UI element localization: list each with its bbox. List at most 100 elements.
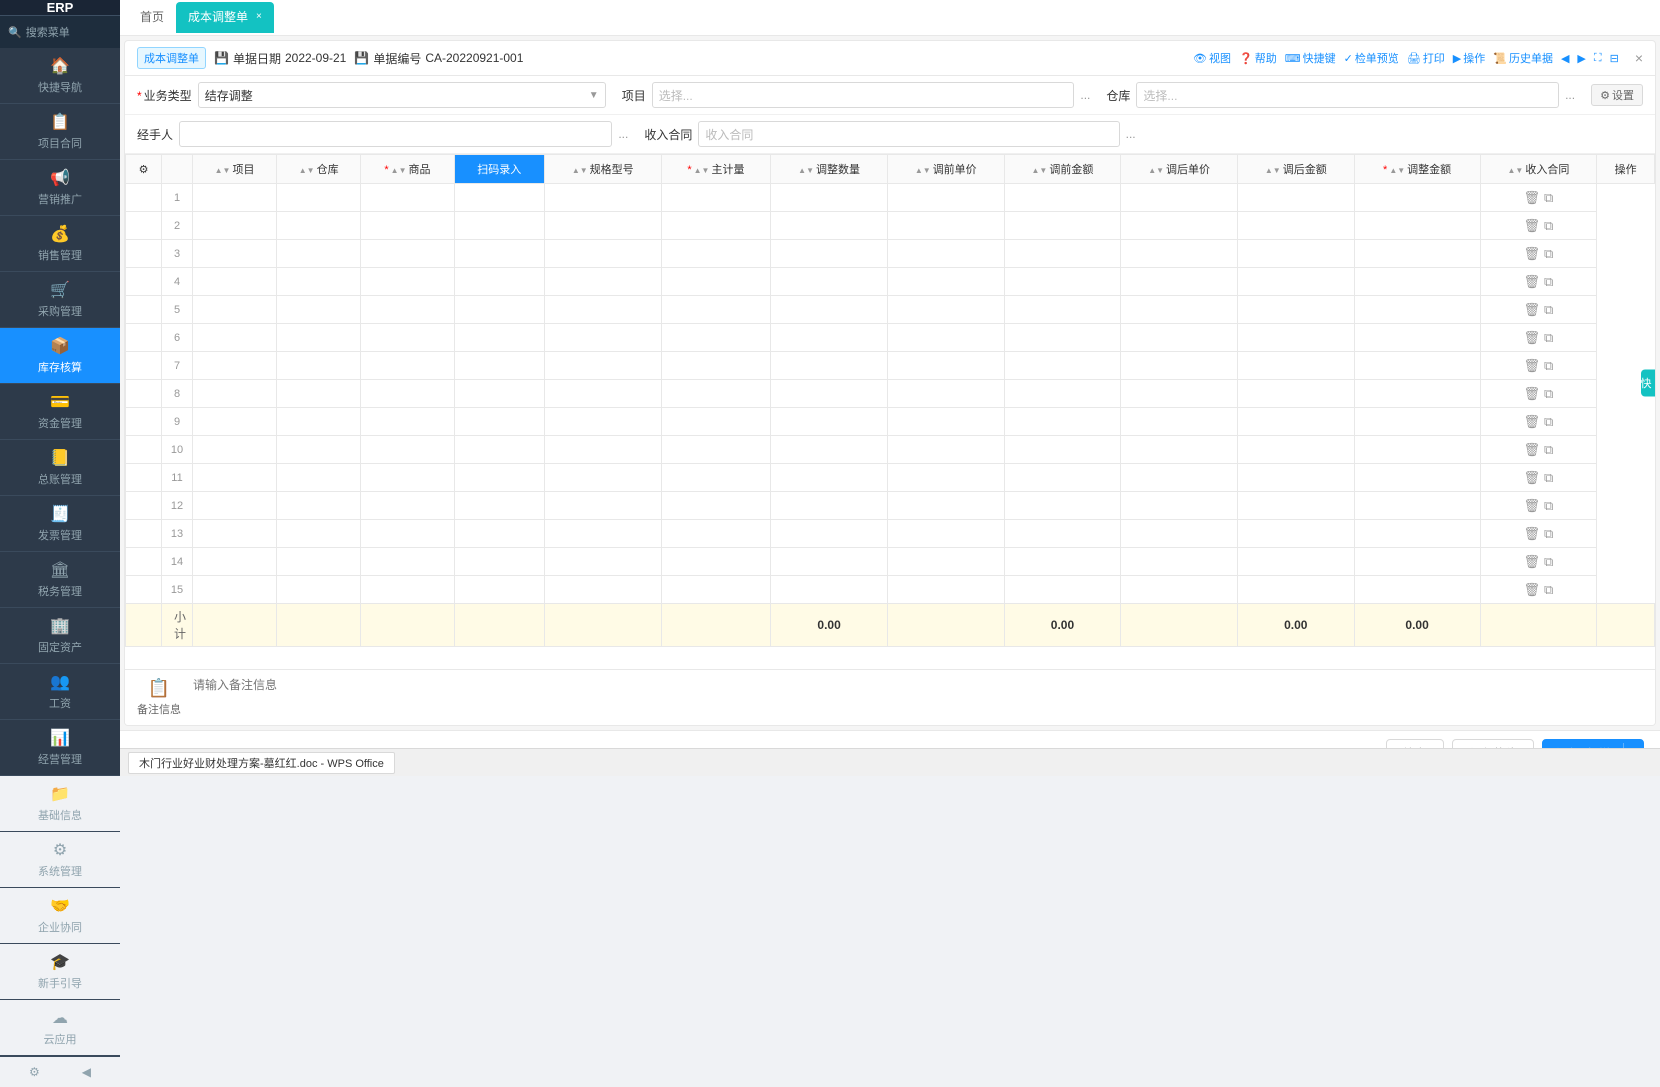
collapse-icon[interactable]: ◀ <box>82 1065 91 1079</box>
shortcut-action[interactable]: ⌨ 快捷键 <box>1285 50 1336 66</box>
income-contract-field: 收入合同 收入合同 ... <box>644 121 1135 147</box>
row-copy-icon[interactable]: ⧉ <box>1544 330 1553 346</box>
sidebar-item-inventory-calculation[interactable]: 📦库存核算 <box>0 328 120 384</box>
sidebar-item-system-management[interactable]: ⚙系统管理 <box>0 832 120 888</box>
expand-button[interactable]: ⛶ <box>1594 52 1602 65</box>
row-copy-icon[interactable]: ⧉ <box>1544 358 1553 374</box>
sidebar-item-tax-management[interactable]: 🏛税务管理 <box>0 552 120 608</box>
row-copy-icon[interactable]: ⧉ <box>1544 498 1553 514</box>
col-warehouse[interactable]: ▲▼仓库 <box>277 155 361 184</box>
sidebar-item-payroll[interactable]: 👥工资 <box>0 664 120 720</box>
col-after-price[interactable]: ▲▼调后单价 <box>1121 155 1238 184</box>
handler-input[interactable] <box>179 121 612 147</box>
sidebar-item-quick-nav[interactable]: 🏠快捷导航 <box>0 48 120 104</box>
col-spec[interactable]: ▲▼规格型号 <box>544 155 661 184</box>
sidebar-item-sales-promotion[interactable]: 📢营销推广 <box>0 160 120 216</box>
row-delete-icon[interactable]: 🗑 <box>1524 470 1541 486</box>
row-delete-icon[interactable]: 🗑 <box>1524 526 1541 542</box>
sidebar-item-operations-management[interactable]: 📊经营管理 <box>0 720 120 776</box>
col-income-contract[interactable]: ▲▼收入合同 <box>1480 155 1597 184</box>
sales-management-label: 销售管理 <box>38 247 82 263</box>
col-settings[interactable]: ⚙ <box>126 155 162 184</box>
sidebar-item-enterprise-cooperation[interactable]: 🤝企业协同 <box>0 888 120 944</box>
row-copy-icon[interactable]: ⧉ <box>1544 302 1553 318</box>
income-contract-dots[interactable]: ... <box>1126 127 1136 141</box>
row-delete-icon[interactable]: 🗑 <box>1524 386 1541 402</box>
row-copy-icon[interactable]: ⧉ <box>1544 386 1553 402</box>
row-copy-icon[interactable]: ⧉ <box>1544 582 1553 598</box>
note-input[interactable] <box>193 678 1643 692</box>
tab-cost-adjustment[interactable]: 成本调整单 × <box>176 2 274 33</box>
handler-dots[interactable]: ... <box>618 127 628 141</box>
col-adj-amount[interactable]: ▲▼调整金额 <box>1354 155 1480 184</box>
row-delete-icon[interactable]: 🗑 <box>1524 274 1541 290</box>
note-icon-section[interactable]: 📋 备注信息 <box>137 678 181 717</box>
operation-action[interactable]: ▶ 操作 <box>1453 50 1485 66</box>
col-product[interactable]: ▲▼商品 <box>361 155 454 184</box>
col-adj-qty[interactable]: ▲▼调整数量 <box>771 155 888 184</box>
document-close-button[interactable]: × <box>1635 50 1643 66</box>
sidebar-item-project-contract[interactable]: 📋项目合同 <box>0 104 120 160</box>
col-after-amount[interactable]: ▲▼调后金额 <box>1237 155 1354 184</box>
sidebar-item-funds-management[interactable]: 💳资金管理 <box>0 384 120 440</box>
row-copy-icon[interactable]: ⧉ <box>1544 190 1553 206</box>
tab-home[interactable]: 首页 <box>128 2 176 33</box>
row-delete-icon[interactable]: 🗑 <box>1524 554 1541 570</box>
col-scan[interactable]: 扫码录入 <box>454 155 544 184</box>
income-contract-input[interactable]: 收入合同 <box>698 121 1119 147</box>
doc-header: 成本调整单 💾 单据日期 2022-09-21 💾 单据编号 CA-202209… <box>125 41 1655 76</box>
check-review-action[interactable]: ✓ 检单预览 <box>1344 50 1399 66</box>
sidebar-item-invoice-management[interactable]: 🧾发票管理 <box>0 496 120 552</box>
sidebar-item-basic-info[interactable]: 📁基础信息 <box>0 776 120 832</box>
sidebar-item-sales-management[interactable]: 💰销售管理 <box>0 216 120 272</box>
col-prev-price[interactable]: ▲▼调前单价 <box>887 155 1004 184</box>
row-delete-icon[interactable]: 🗑 <box>1524 582 1541 598</box>
row-delete-icon[interactable]: 🗑 <box>1524 498 1541 514</box>
row-copy-icon[interactable]: ⧉ <box>1544 526 1553 542</box>
taskbar-item[interactable]: 木门行业好业财处理方案-墓红红.doc - WPS Office <box>128 752 395 774</box>
settings-icon[interactable]: ⚙ <box>29 1065 40 1079</box>
row-delete-icon[interactable]: 🗑 <box>1524 302 1541 318</box>
row-copy-icon[interactable]: ⧉ <box>1544 554 1553 570</box>
sidebar-item-fixed-assets[interactable]: 🏢固定资产 <box>0 608 120 664</box>
row-delete-icon[interactable]: 🗑 <box>1524 218 1541 234</box>
table-row: 3🗑⧉ <box>126 240 1655 268</box>
nav-prev-button[interactable]: ◀ <box>1561 52 1569 65</box>
row-copy-icon[interactable]: ⧉ <box>1544 246 1553 262</box>
row-copy-icon[interactable]: ⧉ <box>1544 470 1553 486</box>
row-delete-icon[interactable]: 🗑 <box>1524 330 1541 346</box>
sidebar-item-purchase-management[interactable]: 🛒采购管理 <box>0 272 120 328</box>
collapse-button[interactable]: ⊟ <box>1610 52 1619 65</box>
project-input[interactable]: 选择... <box>652 82 1075 108</box>
row-copy-icon[interactable]: ⧉ <box>1544 442 1553 458</box>
help-action[interactable]: ❓ 帮助 <box>1239 50 1277 66</box>
business-type-input[interactable]: 结存调整 ▼ <box>198 82 606 108</box>
row-copy-icon[interactable]: ⧉ <box>1544 414 1553 430</box>
row-delete-icon[interactable]: 🗑 <box>1524 190 1541 206</box>
side-handle[interactable]: 快 <box>1641 370 1655 397</box>
system-management-icon: ⚙ <box>53 840 67 860</box>
col-prev-amount[interactable]: ▲▼调前金额 <box>1004 155 1121 184</box>
history-action[interactable]: 📜 历史单据 <box>1493 50 1553 66</box>
col-unit[interactable]: ▲▼主计量 <box>661 155 771 184</box>
tab-close-icon[interactable]: × <box>256 11 262 22</box>
project-dots[interactable]: ... <box>1080 88 1090 102</box>
row-copy-icon[interactable]: ⧉ <box>1544 218 1553 234</box>
col-project[interactable]: ▲▼项目 <box>193 155 277 184</box>
view-action[interactable]: 👁 视图 <box>1193 50 1231 66</box>
row-delete-icon[interactable]: 🗑 <box>1524 358 1541 374</box>
row-delete-icon[interactable]: 🗑 <box>1524 442 1541 458</box>
settings-button[interactable]: ⚙ 设置 <box>1591 84 1643 106</box>
warehouse-input[interactable]: 选择... <box>1136 82 1559 108</box>
row-delete-icon[interactable]: 🗑 <box>1524 246 1541 262</box>
sidebar-item-beginner-guide[interactable]: 🎓新手引导 <box>0 944 120 1000</box>
row-copy-icon[interactable]: ⧉ <box>1544 274 1553 290</box>
print-action[interactable]: 🖨 打印 <box>1407 50 1445 66</box>
sidebar-search[interactable]: 🔍 搜索菜单 <box>0 16 120 48</box>
sidebar-bottom[interactable]: ⚙ ◀ <box>0 1056 120 1087</box>
nav-next-button[interactable]: ▶ <box>1577 52 1585 65</box>
sidebar-item-cloud-app[interactable]: ☁云应用 <box>0 1000 120 1056</box>
warehouse-dots[interactable]: ... <box>1565 88 1575 102</box>
row-delete-icon[interactable]: 🗑 <box>1524 414 1541 430</box>
sidebar-item-general-ledger[interactable]: 📒总账管理 <box>0 440 120 496</box>
